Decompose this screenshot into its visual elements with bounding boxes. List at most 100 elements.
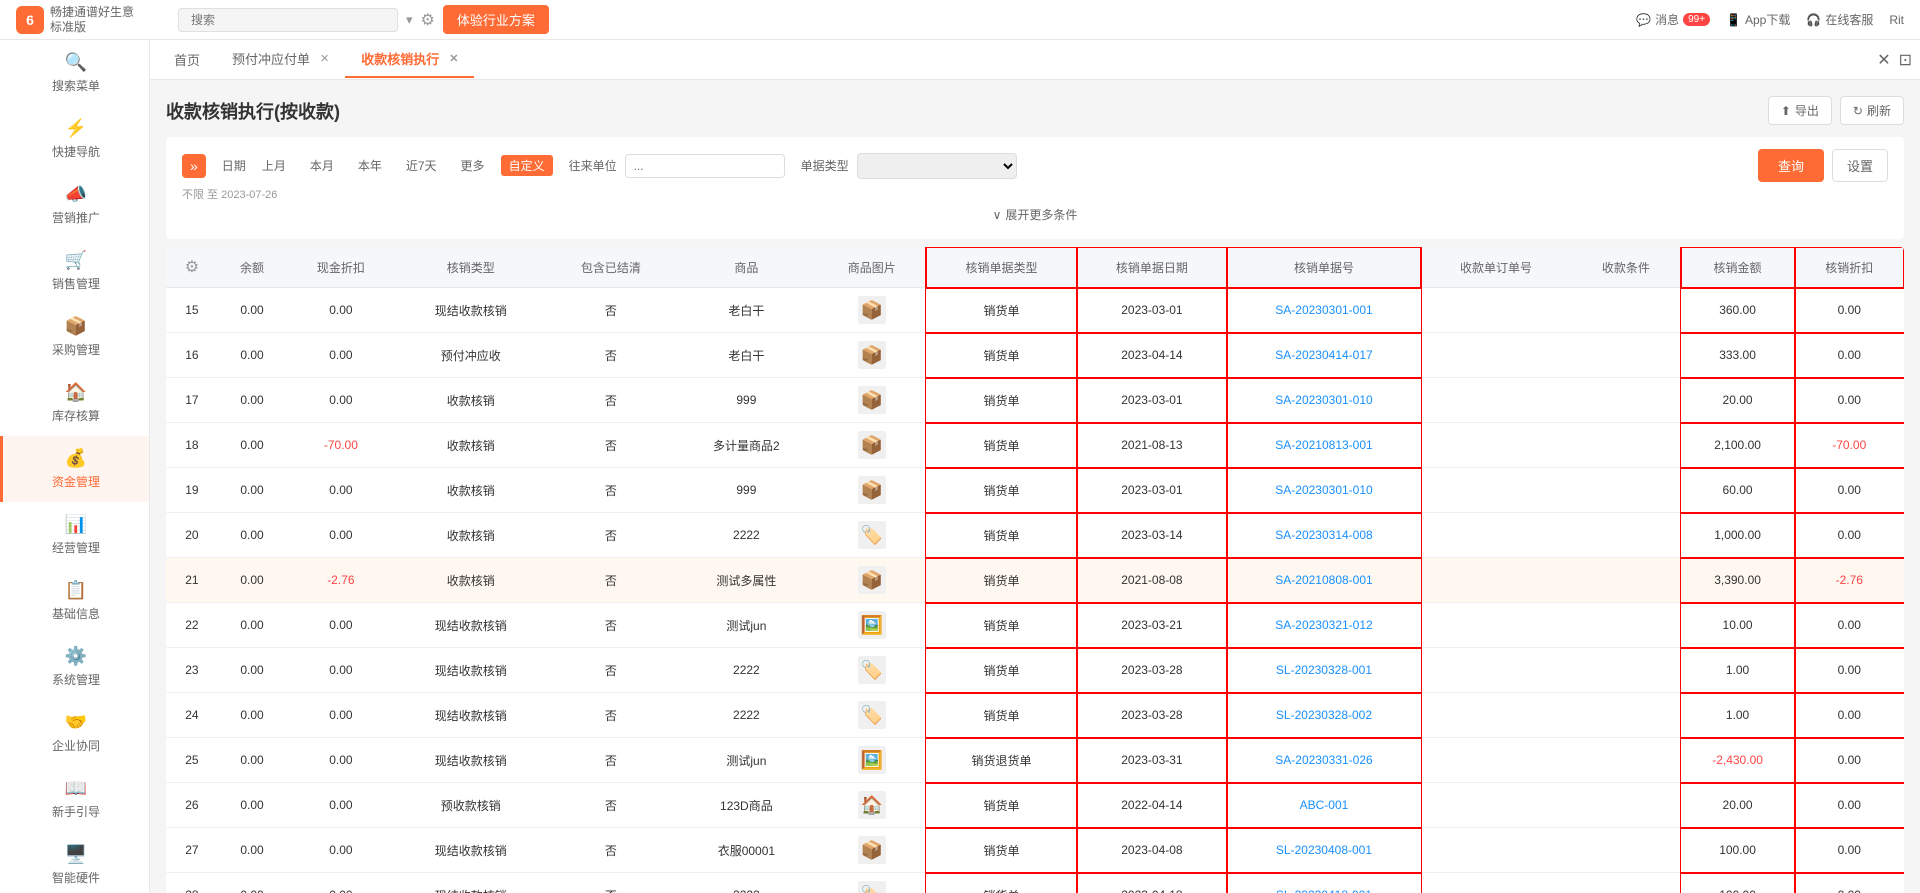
refresh-btn[interactable]: ↻ 刷新: [1840, 96, 1904, 125]
cell-settled: 否: [546, 423, 676, 468]
collab-icon: 🤝: [65, 712, 87, 733]
filter-date-range: 不限 至 2023-07-26: [182, 186, 1888, 202]
sidebar-item-basic[interactable]: 📋 基础信息: [0, 568, 149, 634]
cell-doc-no: SA-20210813-001: [1227, 423, 1421, 468]
sidebar-item-purchase[interactable]: 📦 采购管理: [0, 304, 149, 370]
date-btn-this-year[interactable]: 本年: [350, 155, 390, 176]
cell-discount: 0.00: [1795, 783, 1904, 828]
cell-doc-no: SL-20230418-001: [1227, 873, 1421, 893]
sidebar-item-guide[interactable]: 📖 新手引导: [0, 766, 149, 832]
settings-icon[interactable]: ⚙: [421, 10, 435, 30]
cell-receipt-cond: [1571, 828, 1680, 873]
cell-balance: 0.00: [218, 648, 286, 693]
tab-close-btn[interactable]: ✕: [1877, 50, 1890, 70]
cell-no: 18: [166, 423, 218, 468]
message-btn[interactable]: 💬 消息 99+: [1636, 11, 1710, 28]
cell-type: 现结收款核销: [396, 288, 546, 333]
cell-receipt-order: [1421, 378, 1571, 423]
cell-doc-type: 销货单: [926, 423, 1076, 468]
cell-settled: 否: [546, 468, 676, 513]
query-btn[interactable]: 查询: [1758, 149, 1824, 182]
sidebar-item-finance[interactable]: 💰 资金管理: [0, 436, 149, 502]
cell-doc-no: SL-20230328-001: [1227, 648, 1421, 693]
cell-goods: 老白干: [676, 333, 817, 378]
cell-amount: 10.00: [1681, 603, 1795, 648]
cell-doc-type: 销货单: [926, 558, 1076, 603]
date-btn-this-month[interactable]: 本月: [302, 155, 342, 176]
cell-amount: 1,000.00: [1681, 513, 1795, 558]
sidebar-item-system[interactable]: ⚙️ 系统管理: [0, 634, 149, 700]
cell-doc-date: 2023-03-31: [1077, 738, 1227, 783]
tab-home[interactable]: 首页: [158, 42, 216, 77]
cell-discount: 0.00: [1795, 333, 1904, 378]
sidebar-item-sales[interactable]: 🛒 销售管理: [0, 238, 149, 304]
cell-receipt-order: [1421, 558, 1571, 603]
cell-doc-date: 2023-03-01: [1077, 288, 1227, 333]
cell-goods: 2222: [676, 693, 817, 738]
filter-toggle-btn[interactable]: »: [182, 154, 206, 178]
cell-receipt-cond: [1571, 378, 1680, 423]
setting-btn[interactable]: 设置: [1832, 149, 1888, 182]
sidebar-item-operations[interactable]: 📊 经营管理: [0, 502, 149, 568]
cell-doc-type: 销货单: [926, 468, 1076, 513]
cell-doc-type: 销货单: [926, 603, 1076, 648]
table-row: 17 0.00 0.00 收款核销 否 999 📦 销货单 2023-03-01…: [166, 378, 1904, 423]
cell-goods-img: 📦: [817, 558, 926, 603]
tab-receipt[interactable]: 收款核销执行 ✕: [345, 41, 474, 78]
sidebar-item-search[interactable]: 🔍 搜索菜单: [0, 40, 149, 106]
date-btn-custom[interactable]: 自定义: [501, 155, 553, 176]
tab-close-prepay[interactable]: ✕: [320, 52, 329, 65]
date-btn-7days[interactable]: 近7天: [398, 155, 445, 176]
export-btn[interactable]: ⬆ 导出: [1768, 96, 1832, 125]
page-title: 收款核销执行(按收款): [166, 98, 340, 124]
sidebar-item-collab[interactable]: 🤝 企业协同: [0, 700, 149, 766]
receipt-type-select[interactable]: [857, 153, 1017, 179]
tab-expand-btn[interactable]: ⊡: [1899, 50, 1912, 70]
dropdown-icon[interactable]: ▾: [406, 12, 413, 28]
table-row: 25 0.00 0.00 现结收款核销 否 测试jun 🖼️ 销货退货单 202…: [166, 738, 1904, 783]
page-actions: ⬆ 导出 ↻ 刷新: [1768, 96, 1904, 125]
user-info[interactable]: Rit: [1889, 13, 1904, 27]
cell-receipt-order: [1421, 423, 1571, 468]
cell-type: 预收款核销: [396, 783, 546, 828]
cell-goods: 999: [676, 378, 817, 423]
cell-doc-no: SA-20230301-010: [1227, 378, 1421, 423]
cell-amount: 60.00: [1681, 468, 1795, 513]
cell-goods-img: 🏠: [817, 783, 926, 828]
sidebar-item-quicknav[interactable]: ⚡ 快捷导航: [0, 106, 149, 172]
cell-discount: 0.00: [1795, 828, 1904, 873]
date-btn-last-month[interactable]: 上月: [254, 155, 294, 176]
cell-receipt-cond: [1571, 873, 1680, 893]
industry-btn[interactable]: 体验行业方案: [443, 5, 549, 34]
cell-goods: 999: [676, 468, 817, 513]
cell-amount: 100.00: [1681, 828, 1795, 873]
tab-close-receipt[interactable]: ✕: [449, 52, 458, 65]
cell-receipt-cond: [1571, 513, 1680, 558]
cell-receipt-order: [1421, 873, 1571, 893]
expand-more-btn[interactable]: ∨ 展开更多条件: [182, 202, 1888, 227]
cell-doc-type: 销货单: [926, 828, 1076, 873]
basic-icon: 📋: [65, 580, 87, 601]
cell-no: 15: [166, 288, 218, 333]
cell-balance: 0.00: [218, 333, 286, 378]
cell-cash-discount: 0.00: [286, 873, 395, 893]
online-support-btn[interactable]: 🎧 在线客服: [1806, 11, 1873, 28]
cell-discount: 0.00: [1795, 693, 1904, 738]
sidebar-item-hardware[interactable]: 🖥️ 智能硬件: [0, 832, 149, 893]
cell-amount: 333.00: [1681, 333, 1795, 378]
date-btn-more[interactable]: 更多: [453, 155, 493, 176]
sidebar-item-marketing[interactable]: 📣 营销推广: [0, 172, 149, 238]
cell-goods-img: 🏷️: [817, 873, 926, 893]
app-download-btn[interactable]: 📱 App下载: [1726, 11, 1790, 28]
from-unit-input[interactable]: [625, 154, 785, 178]
cell-type: 收款核销: [396, 378, 546, 423]
cell-receipt-order: [1421, 738, 1571, 783]
col-doc-type: 核销单据类型: [926, 247, 1076, 288]
cell-doc-date: 2021-08-08: [1077, 558, 1227, 603]
tab-prepay[interactable]: 预付冲应付单 ✕: [216, 41, 345, 78]
cell-goods: 衣服00001: [676, 828, 817, 873]
search-input[interactable]: [178, 8, 398, 32]
cell-no: 28: [166, 873, 218, 893]
col-settings[interactable]: ⚙: [166, 247, 218, 288]
sidebar-item-inventory[interactable]: 🏠 库存核算: [0, 370, 149, 436]
